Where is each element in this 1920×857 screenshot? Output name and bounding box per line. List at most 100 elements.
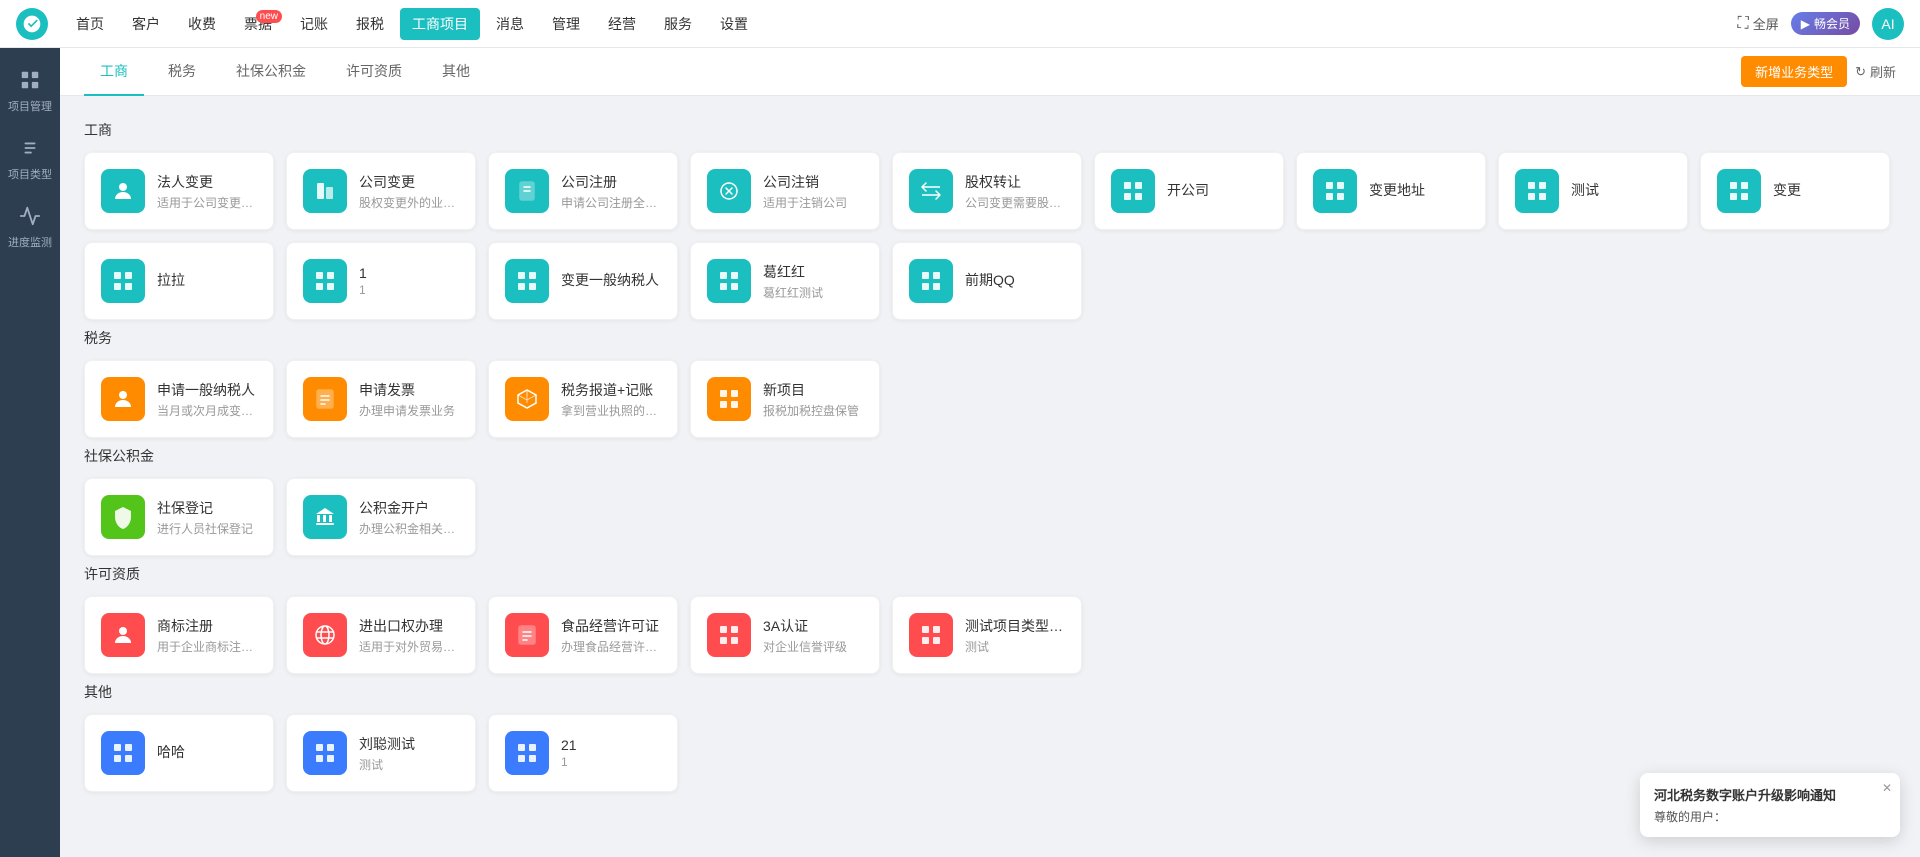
refresh-button[interactable]: ↻ 刷新 xyxy=(1855,62,1896,81)
card-icon xyxy=(505,259,549,303)
card-info: 新项目报税加税控盘保管 xyxy=(763,380,863,419)
service-card-1[interactable]: 11 xyxy=(286,242,476,320)
nav-item-报税[interactable]: 报税 xyxy=(344,8,396,40)
nav-item-管理[interactable]: 管理 xyxy=(540,8,592,40)
service-card-3A认证[interactable]: 3A认证对企业信誉评级 xyxy=(690,596,880,674)
service-card-21[interactable]: 211 xyxy=(488,714,678,792)
nav-item-客户[interactable]: 客户 xyxy=(120,8,172,40)
card-icon xyxy=(909,169,953,213)
cards-grid: 法人变更适用于公司变更法人 公司变更股权变更外的业务变更公司注册申请公司注册全流程… xyxy=(84,152,1896,320)
service-card-公积金开户[interactable]: 公积金开户办理公积金相关业务 xyxy=(286,478,476,556)
card-icon xyxy=(303,169,347,213)
card-icon xyxy=(101,731,145,775)
service-card-税务报道+记账[interactable]: 税务报道+记账拿到营业执照的新公司 xyxy=(488,360,678,438)
service-card-变更地址[interactable]: 变更地址 xyxy=(1296,152,1486,230)
section-工商: 工商法人变更适用于公司变更法人 公司变更股权变更外的业务变更公司注册申请公司注册全… xyxy=(84,120,1896,320)
card-name: 3A认证 xyxy=(763,616,863,636)
service-card-公司变更[interactable]: 公司变更股权变更外的业务变更 xyxy=(286,152,476,230)
sidebar-item-项目管理[interactable]: 项目管理 xyxy=(0,56,60,124)
section-title: 工商 xyxy=(84,120,1896,140)
card-info: 变更 xyxy=(1773,180,1873,202)
fullscreen-button[interactable]: ⛶ 全屏 xyxy=(1738,14,1779,33)
card-icon xyxy=(1717,169,1761,213)
service-card-公司注销[interactable]: 公司注销适用于注销公司 xyxy=(690,152,880,230)
service-card-法人变更[interactable]: 法人变更适用于公司变更法人 xyxy=(84,152,274,230)
card-icon xyxy=(505,169,549,213)
sub-tab-税务[interactable]: 税务 xyxy=(152,48,212,96)
card-name: 新项目 xyxy=(763,380,863,400)
service-card-开公司[interactable]: 开公司 xyxy=(1094,152,1284,230)
notification-content: 尊敬的用户： xyxy=(1654,808,1886,825)
service-card-测试项目类型目定义[interactable]: 测试项目类型目定义测试 xyxy=(892,596,1082,674)
card-name: 测试项目类型目定义 xyxy=(965,616,1065,636)
card-desc: 公司变更需要股权转让 xyxy=(965,194,1065,211)
card-name: 食品经营许可证 xyxy=(561,616,661,636)
card-icon xyxy=(303,377,347,421)
service-card-股权转让[interactable]: 股权转让公司变更需要股权转让 xyxy=(892,152,1082,230)
service-card-社保登记[interactable]: 社保登记进行人员社保登记 xyxy=(84,478,274,556)
card-name: 葛红红 xyxy=(763,262,863,282)
avatar[interactable]: AI xyxy=(1872,8,1904,40)
card-icon xyxy=(707,169,751,213)
sub-tab-社保公积金[interactable]: 社保公积金 xyxy=(220,48,322,96)
service-card-拉拉[interactable]: 拉拉 xyxy=(84,242,274,320)
vip-button[interactable]: ▶ 畅会员 xyxy=(1791,12,1860,35)
service-card-申请发票[interactable]: 申请发票办理申请发票业务 xyxy=(286,360,476,438)
nav-item-记账[interactable]: 记账 xyxy=(288,8,340,40)
sidebar-label: 项目类型 xyxy=(8,166,52,182)
nav-item-服务[interactable]: 服务 xyxy=(652,8,704,40)
card-name: 公积金开户 xyxy=(359,498,459,518)
card-info: 3A认证对企业信誉评级 xyxy=(763,616,863,655)
sidebar-label: 项目管理 xyxy=(8,98,52,114)
sidebar-icon-项目管理 xyxy=(16,66,44,94)
logo xyxy=(16,8,48,40)
card-desc: 适用于对外贸易经营者 xyxy=(359,638,459,655)
service-card-测试[interactable]: 测试 xyxy=(1498,152,1688,230)
sub-tab-其他[interactable]: 其他 xyxy=(426,48,486,96)
card-info: 社保登记进行人员社保登记 xyxy=(157,498,257,537)
nav-item-首页[interactable]: 首页 xyxy=(64,8,116,40)
card-info: 葛红红葛红红测试 xyxy=(763,262,863,301)
card-icon xyxy=(909,259,953,303)
section-title: 许可资质 xyxy=(84,564,1896,584)
card-info: 公司变更股权变更外的业务变更 xyxy=(359,172,459,211)
sidebar-label: 进度监测 xyxy=(8,234,52,250)
sub-tab-许可资质[interactable]: 许可资质 xyxy=(330,48,418,96)
service-card-食品经营许可证[interactable]: 食品经营许可证办理食品经营许可证 xyxy=(488,596,678,674)
service-card-葛红红[interactable]: 葛红红葛红红测试 xyxy=(690,242,880,320)
service-card-变更[interactable]: 变更 xyxy=(1700,152,1890,230)
card-icon xyxy=(909,613,953,657)
sidebar-item-进度监测[interactable]: 进度监测 xyxy=(0,192,60,260)
nav-item-工商项目[interactable]: 工商项目 xyxy=(400,8,480,40)
card-info: 拉拉 xyxy=(157,270,257,292)
card-info: 公积金开户办理公积金相关业务 xyxy=(359,498,459,537)
sidebar-item-项目类型[interactable]: 项目类型 xyxy=(0,124,60,192)
nav-item-收费[interactable]: 收费 xyxy=(176,8,228,40)
service-card-哈哈[interactable]: 哈哈 xyxy=(84,714,274,792)
card-name: 税务报道+记账 xyxy=(561,380,661,400)
service-card-申请一般纳税人[interactable]: 申请一般纳税人当月或次月成变更完成 xyxy=(84,360,274,438)
service-card-进出口权办理[interactable]: 进出口权办理适用于对外贸易经营者 xyxy=(286,596,476,674)
card-name: 刘聪测试 xyxy=(359,734,459,754)
cards-grid: 哈哈刘聪测试测试211 xyxy=(84,714,1896,792)
notification-close-button[interactable]: ✕ xyxy=(1882,781,1892,795)
card-name: 公司注销 xyxy=(763,172,863,192)
card-info: 测试 xyxy=(1571,180,1671,202)
card-desc: 办理食品经营许可证 xyxy=(561,638,661,655)
notification-popup: ✕ 河北税务数字账户升级影响通知 尊敬的用户： xyxy=(1640,773,1900,837)
service-card-新项目[interactable]: 新项目报税加税控盘保管 xyxy=(690,360,880,438)
card-desc: 测试 xyxy=(359,756,459,773)
nav-item-消息[interactable]: 消息 xyxy=(484,8,536,40)
service-card-前期QQ[interactable]: 前期QQ xyxy=(892,242,1082,320)
nav-item-票据[interactable]: 票据new xyxy=(232,8,284,40)
card-desc: 用于企业商标注册服务 xyxy=(157,638,257,655)
service-card-公司注册[interactable]: 公司注册申请公司注册全流程 xyxy=(488,152,678,230)
new-type-button[interactable]: 新增业务类型 xyxy=(1741,56,1847,87)
card-name: 商标注册 xyxy=(157,616,257,636)
nav-item-设置[interactable]: 设置 xyxy=(708,8,760,40)
service-card-商标注册[interactable]: 商标注册用于企业商标注册服务 xyxy=(84,596,274,674)
service-card-变更一般纳税人[interactable]: 变更一般纳税人 xyxy=(488,242,678,320)
sub-tab-工商[interactable]: 工商 xyxy=(84,48,144,96)
nav-item-经营[interactable]: 经营 xyxy=(596,8,648,40)
service-card-刘聪测试[interactable]: 刘聪测试测试 xyxy=(286,714,476,792)
